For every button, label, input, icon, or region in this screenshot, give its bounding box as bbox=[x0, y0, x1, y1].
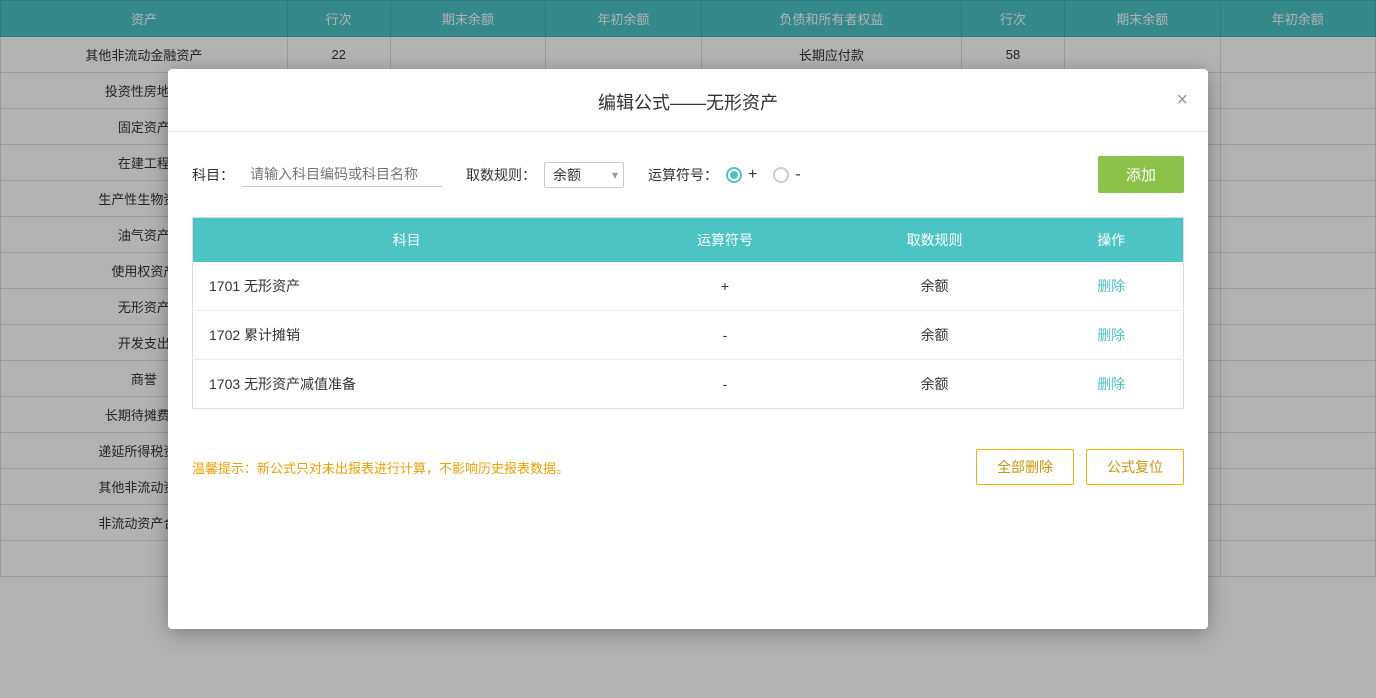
footer-tip: 温馨提示：新公式只对未出报表进行计算，不影响历史报表数据。 bbox=[192, 458, 569, 477]
radio-plus-label: + bbox=[748, 166, 757, 184]
table-row: 1703 无形资产减值准备 - 余额 删除 bbox=[193, 360, 1184, 409]
col-header-action: 操作 bbox=[1039, 218, 1183, 263]
delete-all-button[interactable]: 全部删除 bbox=[976, 449, 1074, 485]
edit-formula-modal: 编辑公式——无形资产 × 科目： 取数规则： 余额 bbox=[168, 69, 1208, 629]
modal-header: 编辑公式——无形资产 × bbox=[168, 69, 1208, 132]
radio-minus-item[interactable]: - bbox=[773, 166, 800, 184]
cell-action: 删除 bbox=[1039, 360, 1183, 409]
delete-button-2[interactable]: 删除 bbox=[1097, 325, 1125, 345]
table-row: 1702 累计摊销 - 余额 删除 bbox=[193, 311, 1184, 360]
cell-operator: - bbox=[620, 311, 830, 360]
table-row: 1701 无形资产 + 余额 删除 bbox=[193, 262, 1184, 311]
modal-title: 编辑公式——无形资产 bbox=[598, 93, 778, 113]
operator-label: 运算符号： bbox=[648, 165, 718, 185]
formula-form-row: 科目： 取数规则： 余额 运算符号： bbox=[192, 156, 1184, 193]
cell-operator: + bbox=[620, 262, 830, 311]
modal-body: 科目： 取数规则： 余额 运算符号： bbox=[168, 132, 1208, 433]
fetch-rule-select[interactable]: 余额 bbox=[544, 162, 624, 188]
radio-plus-button[interactable] bbox=[726, 167, 742, 183]
delete-button-3[interactable]: 删除 bbox=[1097, 374, 1125, 394]
footer-buttons: 全部删除 公式复位 bbox=[976, 449, 1184, 485]
cell-subject: 1702 累计摊销 bbox=[193, 311, 621, 360]
fetch-rule-label: 取数规则： bbox=[466, 165, 536, 185]
cell-action: 删除 bbox=[1039, 311, 1183, 360]
add-button[interactable]: 添加 bbox=[1098, 156, 1184, 193]
operator-radio-group: + - bbox=[726, 166, 801, 184]
modal-overlay: 编辑公式——无形资产 × 科目： 取数规则： 余额 bbox=[0, 0, 1376, 698]
table-header-row: 科目 运算符号 取数规则 操作 bbox=[193, 218, 1184, 263]
delete-button-1[interactable]: 删除 bbox=[1097, 276, 1125, 296]
reset-formula-button[interactable]: 公式复位 bbox=[1086, 449, 1184, 485]
radio-plus-item[interactable]: + bbox=[726, 166, 757, 184]
cell-rule: 余额 bbox=[830, 360, 1040, 409]
cell-rule: 余额 bbox=[830, 262, 1040, 311]
cell-rule: 余额 bbox=[830, 311, 1040, 360]
radio-minus-button[interactable] bbox=[773, 167, 789, 183]
modal-footer: 温馨提示：新公式只对未出报表进行计算，不影响历史报表数据。 全部删除 公式复位 bbox=[168, 433, 1208, 505]
cell-operator: - bbox=[620, 360, 830, 409]
col-header-operator: 运算符号 bbox=[620, 218, 830, 263]
modal-close-button[interactable]: × bbox=[1176, 90, 1188, 110]
radio-minus-label: - bbox=[795, 166, 800, 184]
cell-action: 删除 bbox=[1039, 262, 1183, 311]
fetch-rule-select-wrapper: 余额 bbox=[544, 162, 624, 188]
subject-label: 科目： bbox=[192, 165, 234, 185]
cell-subject: 1701 无形资产 bbox=[193, 262, 621, 311]
col-header-rule: 取数规则 bbox=[830, 218, 1040, 263]
formula-table: 科目 运算符号 取数规则 操作 1701 无形资产 + 余额 删除 bbox=[192, 217, 1184, 409]
col-header-subject: 科目 bbox=[193, 218, 621, 263]
operator-group: 运算符号： + - bbox=[648, 165, 801, 185]
subject-field-group: 科目： bbox=[192, 162, 442, 187]
cell-subject: 1703 无形资产减值准备 bbox=[193, 360, 621, 409]
subject-input[interactable] bbox=[242, 162, 442, 187]
fetch-rule-group: 取数规则： 余额 bbox=[466, 162, 624, 188]
